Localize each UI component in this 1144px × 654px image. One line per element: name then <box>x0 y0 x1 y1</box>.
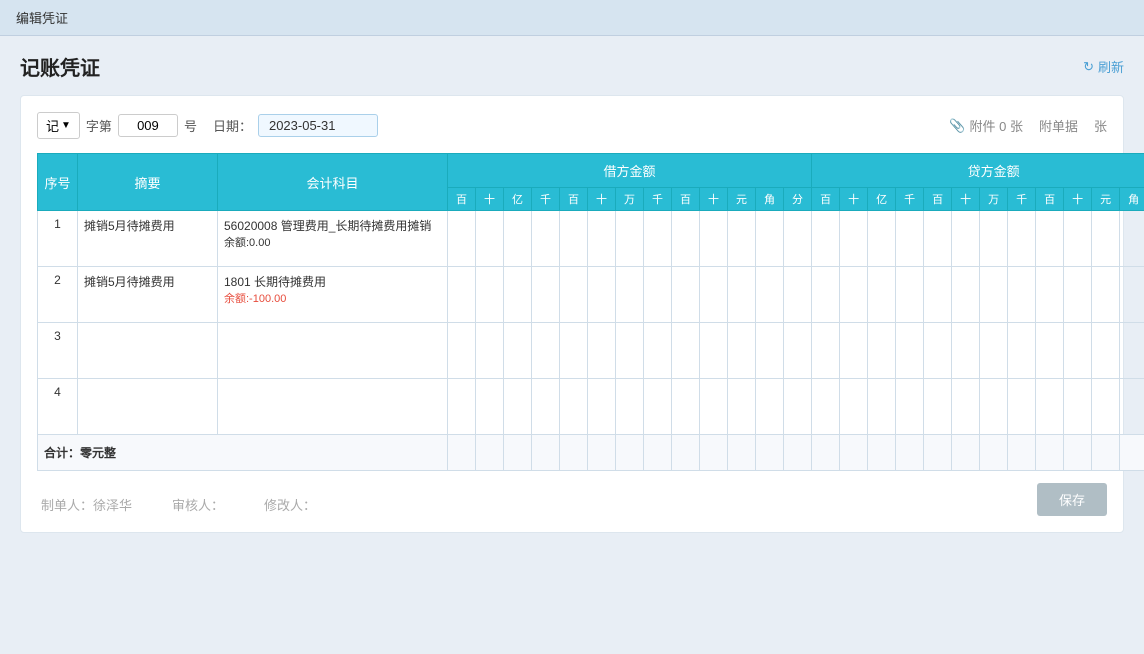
maker-label: 制单人：徐泽华 <box>41 495 132 514</box>
debit-d11: 元 <box>728 188 756 211</box>
form-row: 记 ▼ 字第 号 日期： 📎 附件 0 张 附单据 张 <box>37 112 1107 139</box>
credit-d11: 元 <box>1092 188 1120 211</box>
number-input[interactable] <box>118 114 178 137</box>
debit-d3: 亿 <box>504 188 532 211</box>
zhang-label: 张 <box>1094 116 1107 135</box>
credit-d3: 亿 <box>868 188 896 211</box>
type-dropdown[interactable]: 记 ▼ <box>37 112 80 139</box>
row2-account[interactable]: 1801 长期待摊费用 余额:-100.00 <box>218 267 448 323</box>
type-group: 记 ▼ 字第 号 <box>37 112 197 139</box>
date-label: 日期： <box>213 116 252 135</box>
header-credit: 贷方金额 <box>812 154 1144 188</box>
credit-d2: 十 <box>840 188 868 211</box>
attachment-link[interactable]: 📎 附件 0 张 <box>949 116 1023 135</box>
row4-account[interactable] <box>218 379 448 435</box>
debit-d13: 分 <box>784 188 812 211</box>
row3-seq: 3 <box>38 323 78 379</box>
total-label: 合计：零元整 <box>38 435 448 471</box>
date-group: 日期： <box>213 114 378 137</box>
row2-seq: 2 <box>38 267 78 323</box>
row1-account[interactable]: 56020008 管理费用_长期待摊费用摊销 余额:0.00 <box>218 211 448 267</box>
row4-summary[interactable] <box>78 379 218 435</box>
footer-row: 制单人：徐泽华 审核人： 修改人： <box>37 485 320 514</box>
zi-label: 字第 <box>86 116 112 135</box>
header-debit: 借方金额 <box>448 154 812 188</box>
row1-seq: 1 <box>38 211 78 267</box>
total-row: 合计：零元整 <box>38 435 1144 471</box>
table-row: 3 <box>38 323 1144 379</box>
voucher-table: 序号 摘要 会计科目 借方金额 贷方金额 百 十 亿 千 百 十 万 千 百 十 <box>37 153 1144 471</box>
date-input[interactable] <box>258 114 378 137</box>
row4-seq: 4 <box>38 379 78 435</box>
save-button[interactable]: 保存 <box>1037 483 1107 516</box>
attach-doc-label: 附单据 <box>1039 116 1078 135</box>
debit-d5: 百 <box>560 188 588 211</box>
row1-summary[interactable]: 摊销5月待摊费用 <box>78 211 218 267</box>
table-row: 1 摊销5月待摊费用 56020008 管理费用_长期待摊费用摊销 余额:0.0… <box>38 211 1144 267</box>
title-bar-label: 编辑凭证 <box>16 11 68 26</box>
main-content: 记账凭证 ↻ 刷新 记 ▼ 字第 号 日期： 📎 <box>0 36 1144 654</box>
modifier-label: 修改人： <box>264 495 316 514</box>
voucher-card: 记 ▼ 字第 号 日期： 📎 附件 0 张 附单据 张 <box>20 95 1124 533</box>
refresh-icon: ↻ <box>1083 59 1094 75</box>
credit-d5: 百 <box>924 188 952 211</box>
page-header: 记账凭证 ↻ 刷新 <box>20 52 1124 81</box>
header-account: 会计科目 <box>218 154 448 211</box>
debit-d6: 十 <box>588 188 616 211</box>
debit-d8: 千 <box>644 188 672 211</box>
credit-d4: 千 <box>896 188 924 211</box>
header-seq: 序号 <box>38 154 78 211</box>
credit-d9: 百 <box>1036 188 1064 211</box>
row3-account[interactable] <box>218 323 448 379</box>
row3-summary[interactable] <box>78 323 218 379</box>
debit-d7: 万 <box>616 188 644 211</box>
auditor-label: 审核人： <box>172 495 224 514</box>
debit-d9: 百 <box>672 188 700 211</box>
credit-d12: 角 <box>1120 188 1144 211</box>
hao-label: 号 <box>184 116 197 135</box>
credit-d7: 万 <box>980 188 1008 211</box>
attachment-area: 📎 附件 0 张 附单据 张 <box>949 116 1107 135</box>
row2-summary[interactable]: 摊销5月待摊费用 <box>78 267 218 323</box>
debit-d12: 角 <box>756 188 784 211</box>
chevron-down-icon: ▼ <box>61 120 71 131</box>
paperclip-icon: 📎 <box>949 118 965 134</box>
refresh-button[interactable]: ↻ 刷新 <box>1083 57 1124 76</box>
credit-d6: 十 <box>952 188 980 211</box>
debit-d2: 十 <box>476 188 504 211</box>
credit-d1: 百 <box>812 188 840 211</box>
debit-d10: 十 <box>700 188 728 211</box>
credit-d10: 十 <box>1064 188 1092 211</box>
credit-d8: 千 <box>1008 188 1036 211</box>
table-row: 4 <box>38 379 1144 435</box>
title-bar: 编辑凭证 <box>0 0 1144 36</box>
header-summary: 摘要 <box>78 154 218 211</box>
page-title: 记账凭证 <box>20 52 100 81</box>
debit-d4: 千 <box>532 188 560 211</box>
table-row: 2 摊销5月待摊费用 1801 长期待摊费用 余额:-100.00 <box>38 267 1144 323</box>
debit-d1: 百 <box>448 188 476 211</box>
